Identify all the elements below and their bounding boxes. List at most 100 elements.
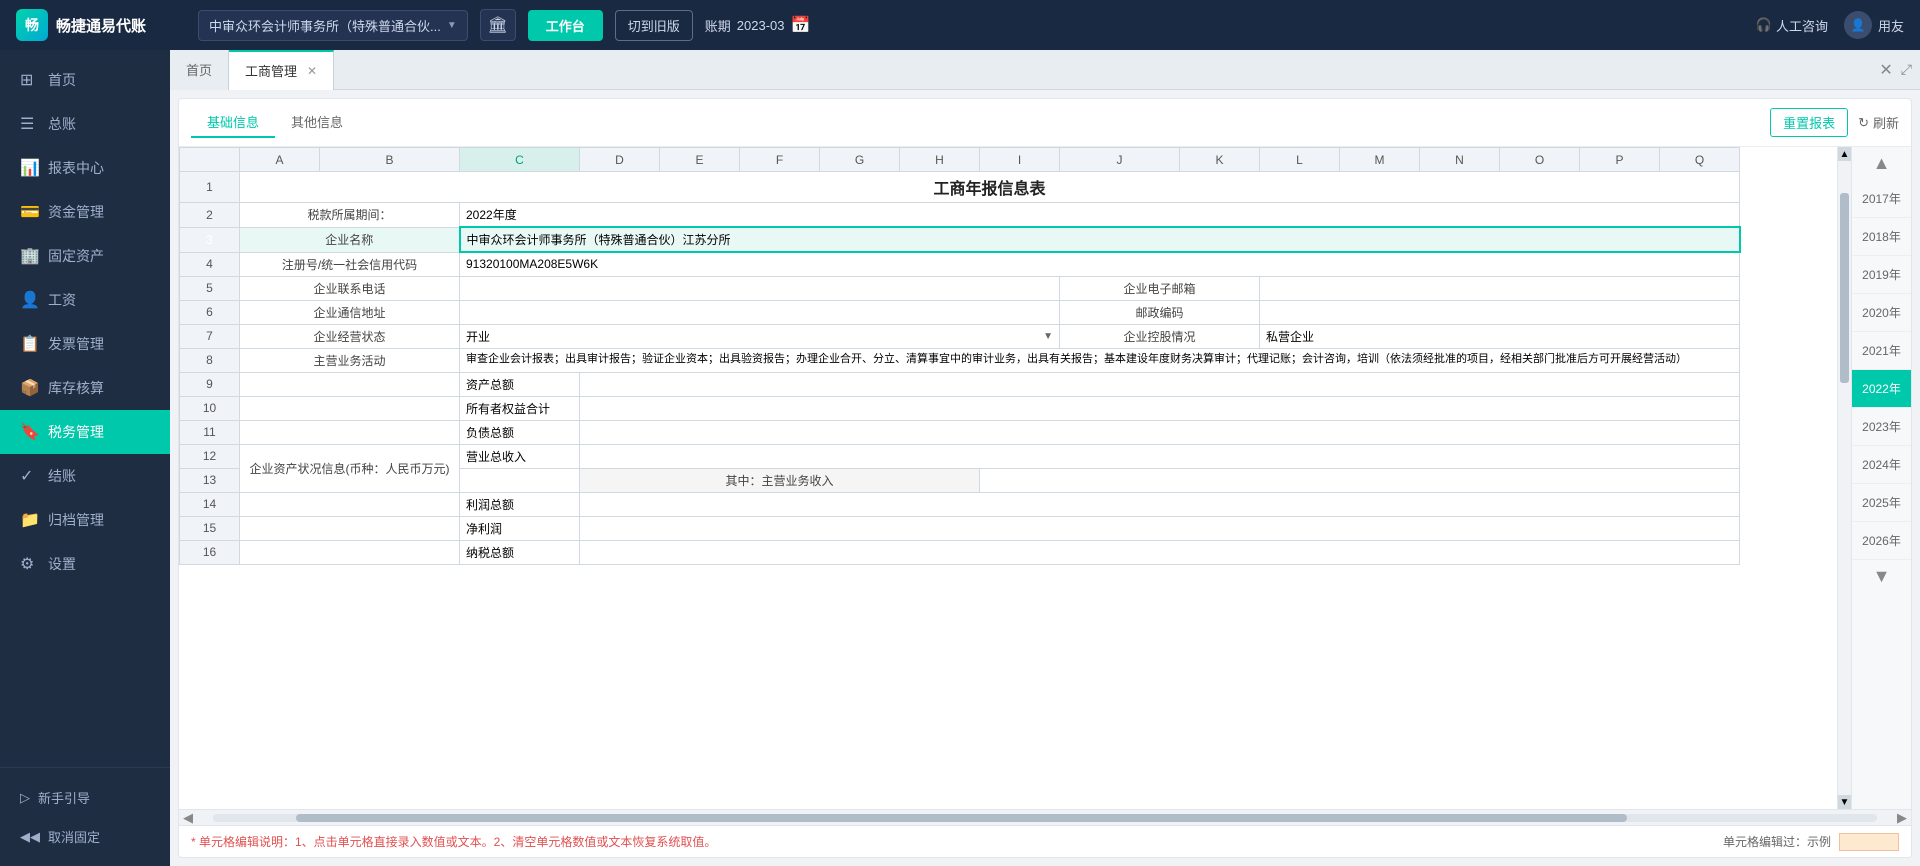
main-revenue-value[interactable] [980, 468, 1740, 492]
tax-period-value[interactable]: 2022年度 [460, 203, 1740, 228]
unpin-item[interactable]: ◀◀ 取消固定 [0, 817, 170, 856]
company-name-value[interactable]: 中审众环会计师事务所（特殊普通合伙）江苏分所 [460, 227, 1740, 252]
zip-value[interactable] [1260, 300, 1740, 324]
sidebar-item-report[interactable]: 📊 报表中心 [0, 146, 170, 190]
year-2017[interactable]: 2017年 [1852, 180, 1911, 218]
year-2024[interactable]: 2024年 [1852, 446, 1911, 484]
col-header-m[interactable]: M [1340, 148, 1420, 172]
sheet-main[interactable]: A B C D E F G H I J K L [179, 147, 1837, 809]
col-header-a[interactable]: A [240, 148, 320, 172]
col-header-h[interactable]: H [900, 148, 980, 172]
col-header-q[interactable]: Q [1660, 148, 1740, 172]
col-header-l[interactable]: L [1260, 148, 1340, 172]
sidebar-item-inventory[interactable]: 📦 库存核算 [0, 366, 170, 410]
year-2026[interactable]: 2026年 [1852, 522, 1911, 560]
col-header-row: A B C D E F G H I J K L [180, 148, 1740, 172]
support-button[interactable]: 🎧 人工咨询 [1756, 16, 1828, 35]
empty-15a [240, 516, 460, 540]
vertical-scrollbar[interactable]: ▲ ▼ [1837, 147, 1851, 809]
old-version-button[interactable]: 切到旧版 [615, 10, 693, 41]
company-selector[interactable]: 中审众环会计师事务所（特殊普通合伙... ▼ [198, 10, 468, 41]
main-biz-value[interactable]: 审查企业会计报表；出具审计报告；验证企业资本；出具验资报告；办理企业合开、分立、… [460, 348, 1740, 372]
sidebar-item-archive[interactable]: 📁 归档管理 [0, 498, 170, 542]
col-header-o[interactable]: O [1500, 148, 1580, 172]
sidebar-item-home[interactable]: ⊞ 首页 [0, 58, 170, 102]
equity-value[interactable] [580, 396, 1740, 420]
new-guide-item[interactable]: ▷ 新手引导 [0, 778, 170, 817]
sidebar-item-finance[interactable]: 💳 资金管理 [0, 190, 170, 234]
main-layout: ⊞ 首页 ☰ 总账 📊 报表中心 💳 资金管理 🏢 固定资产 👤 工资 [0, 50, 1920, 866]
biz-status-value[interactable]: 开业 ▼ [460, 324, 1060, 348]
spreadsheet-container: A B C D E F G H I J K L [179, 147, 1911, 809]
tax-total-value[interactable] [580, 540, 1740, 564]
year-2021[interactable]: 2021年 [1852, 332, 1911, 370]
reg-code-value[interactable]: 91320100MA208E5W6K [460, 252, 1740, 276]
year-2025[interactable]: 2025年 [1852, 484, 1911, 522]
user-area[interactable]: 👤 用友 [1844, 11, 1904, 39]
phone-label: 企业联系电话 [240, 276, 460, 300]
col-header-k[interactable]: K [1180, 148, 1260, 172]
tab-close-icon[interactable]: ✕ [307, 64, 317, 78]
col-header-c[interactable]: C [460, 148, 580, 172]
scroll-left-btn[interactable]: ◀ [183, 810, 193, 826]
sidebar-item-asset[interactable]: 🏢 固定资产 [0, 234, 170, 278]
sidebar-label-archive: 归档管理 [48, 510, 104, 530]
col-header-n[interactable]: N [1420, 148, 1500, 172]
sidebar-item-invoice[interactable]: 📋 发票管理 [0, 322, 170, 366]
assets-value[interactable] [580, 372, 1740, 396]
year-2023[interactable]: 2023年 [1852, 408, 1911, 446]
top-header: 畅 畅捷通易代账 中审众环会计师事务所（特殊普通合伙... ▼ 🏛 工作台 切到… [0, 0, 1920, 50]
ownership-label: 企业控股情况 [1060, 324, 1260, 348]
reset-report-button[interactable]: 重置报表 [1770, 108, 1848, 137]
col-header-p[interactable]: P [1580, 148, 1660, 172]
sidebar-item-settings[interactable]: ⚙ 设置 [0, 542, 170, 586]
liabilities-value[interactable] [580, 420, 1740, 444]
col-header-i[interactable]: I [980, 148, 1060, 172]
row-num-9: 9 [180, 372, 240, 396]
horizontal-scrollbar[interactable]: ◀ ▶ [179, 809, 1911, 825]
revenue-value[interactable] [580, 444, 1740, 468]
scroll-track[interactable] [1838, 161, 1851, 795]
year-2020[interactable]: 2020年 [1852, 294, 1911, 332]
scroll-down-btn[interactable]: ▼ [1838, 795, 1852, 809]
ownership-value[interactable]: 私营企业 [1260, 324, 1740, 348]
phone-value[interactable] [460, 276, 1060, 300]
col-header-j[interactable]: J [1060, 148, 1180, 172]
net-profit-value[interactable] [580, 516, 1740, 540]
close-tab-area-btn[interactable]: ✕ [1879, 60, 1892, 80]
sidebar-item-ledger[interactable]: ☰ 总账 [0, 102, 170, 146]
sidebar-item-tax[interactable]: 🔖 税务管理 [0, 410, 170, 454]
sidebar-label-home: 首页 [48, 70, 76, 90]
scroll-up-btn[interactable]: ▲ [1838, 147, 1852, 161]
scroll-right-btn[interactable]: ▶ [1897, 810, 1907, 826]
workbench-button[interactable]: 工作台 [528, 10, 603, 41]
tab-home[interactable]: 首页 [170, 50, 229, 90]
refresh-button[interactable]: ↻ 刷新 [1858, 113, 1899, 132]
col-header-b[interactable]: B [320, 148, 460, 172]
col-header-e[interactable]: E [660, 148, 740, 172]
year-2019[interactable]: 2019年 [1852, 256, 1911, 294]
col-header-f[interactable]: F [740, 148, 820, 172]
sidebar-item-wage[interactable]: 👤 工资 [0, 278, 170, 322]
year-down-btn[interactable]: ▼ [1852, 560, 1911, 593]
profit-value[interactable] [580, 492, 1740, 516]
subtab-basic[interactable]: 基础信息 [191, 107, 275, 138]
subtab-other[interactable]: 其他信息 [275, 107, 359, 138]
scroll-thumb [1840, 193, 1849, 383]
scroll-track-x[interactable] [213, 814, 1877, 822]
row-num-3: 3 [180, 227, 240, 252]
headset-icon: 🎧 [1756, 17, 1772, 33]
tab-industry[interactable]: 工商管理 ✕ [229, 50, 334, 90]
calendar-icon[interactable]: 📅 [791, 15, 811, 35]
company-icon-btn[interactable]: 🏛 [480, 9, 516, 41]
equity-label: 所有者权益合计 [460, 396, 580, 420]
address-value[interactable] [460, 300, 1060, 324]
year-up-btn[interactable]: ▲ [1852, 147, 1911, 180]
email-value[interactable] [1260, 276, 1740, 300]
col-header-d[interactable]: D [580, 148, 660, 172]
expand-btn[interactable]: ⤢ [1901, 61, 1912, 78]
sidebar-item-close[interactable]: ✓ 结账 [0, 454, 170, 498]
year-2022[interactable]: 2022年 [1852, 370, 1911, 408]
col-header-g[interactable]: G [820, 148, 900, 172]
year-2018[interactable]: 2018年 [1852, 218, 1911, 256]
